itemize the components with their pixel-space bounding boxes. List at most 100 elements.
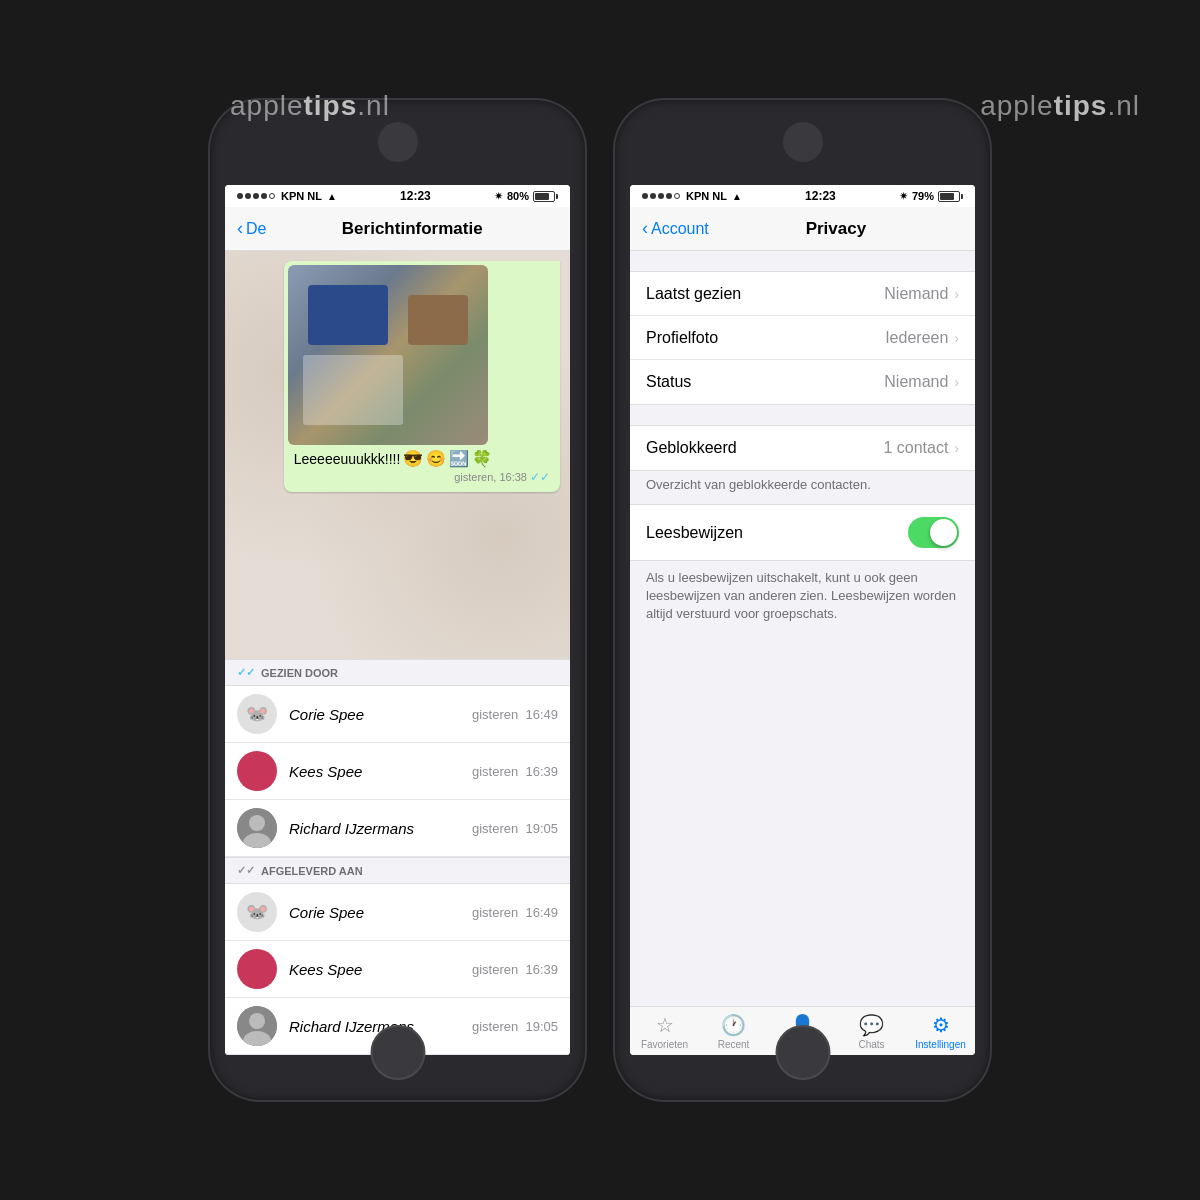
delivered-contact-1: 🐭 Corie Spee gisteren 16:49 [225,884,570,941]
battery-percent-left: 80% [507,190,529,202]
contact-name-richard-seen: Richard IJzermans [289,820,472,837]
seen-check-icon: ✓✓ [237,666,255,679]
privacy-row-lastgezien[interactable]: Laatst gezien Niemand › [630,272,975,316]
status-left-right: KPN NL ▲ [642,190,742,202]
battery-icon-left [533,191,558,202]
privacy-row-profielfoto[interactable]: Profielfoto Iedereen › [630,316,975,360]
blocked-note: Overzicht van geblokkeerde contacten. [630,471,975,504]
carrier-left: KPN NL [281,190,322,202]
back-chevron-left: ‹ [237,218,243,239]
chat-message-text: Leeeeeuuukkk!!!! [294,451,401,467]
battery-percent-right: 79% [912,190,934,202]
privacy-row-leesbewijzen[interactable]: Leesbewijzen [630,505,975,560]
front-camera-right [783,122,823,162]
back-label-right: Account [651,220,709,238]
seen-contact-2: Kees Spee gisteren 16:39 [225,743,570,800]
avatar-corie-seen: 🐭 [237,694,277,734]
emoji-soon: 🔜 [449,449,469,468]
contact-name-kees-seen: Kees Spee [289,763,472,780]
chat-image-detail [303,355,403,425]
value-status: Niemand [884,373,948,391]
tab-icon-recent: 🕐 [721,1013,746,1037]
carrier-right: KPN NL [686,190,727,202]
chevron-profielfoto: › [954,330,959,346]
label-status: Status [646,373,884,391]
home-button-left[interactable] [370,1025,425,1080]
wifi-icon-right: ▲ [732,191,742,202]
signal-dot-r1 [642,193,648,199]
contact-name-kees-delivered: Kees Spee [289,961,472,978]
delivered-section-label: AFGELEVERD AAN [261,865,363,877]
back-button-right[interactable]: ‹ Account [642,218,709,239]
tab-icon-chats: 💬 [859,1013,884,1037]
signal-dot-2 [245,193,251,199]
status-bar-right: KPN NL ▲ 12:23 ✴ 79% [630,185,975,207]
chat-time-left: gisteren, 16:38 [454,471,527,483]
avatar-kees-delivered [237,949,277,989]
phones-container: KPN NL ▲ 12:23 ✴ 80% [210,100,990,1100]
signal-dot-4 [261,193,267,199]
time-left: 12:23 [400,189,431,203]
value-lastgezien: Niemand [884,285,948,303]
privacy-row-status[interactable]: Status Niemand › [630,360,975,404]
time-right: 12:23 [805,189,836,203]
nav-title-right: Privacy [769,219,903,239]
leesbewijzen-note: Als u leesbewijzen uitschakelt, kunt u o… [630,561,975,636]
tab-favorieten[interactable]: ☆ Favorieten [630,1007,699,1055]
leesbewijzen-section: Leesbewijzen [630,504,975,561]
avatar-corie-delivered: 🐭 [237,892,277,932]
avatar-richard-delivered [237,1006,277,1046]
tab-label-chats: Chats [858,1039,884,1050]
contact-time-kees-delivered: gisteren 16:39 [472,962,558,977]
delivered-section-header: ✓✓ AFGELEVERD AAN [225,857,570,884]
contact-time-corie-delivered: gisteren 16:49 [472,905,558,920]
nav-title-left: Berichtinformatie [326,219,498,239]
contact-time-kees-seen: gisteren 16:39 [472,764,558,779]
signal-dot-r3 [658,193,664,199]
emoji-smile: 😊 [426,449,446,468]
chat-background-left: Leeeeeuuukkk!!!! 😎 😊 🔜 🍀 gisteren, 16:38… [225,251,570,659]
signal-dot-5 [269,193,275,199]
contact-name-corie-delivered: Corie Spee [289,904,472,921]
status-right-left: ✴ 80% [494,190,558,203]
chevron-lastgezien: › [954,286,959,302]
leesbewijzen-toggle[interactable] [908,517,959,548]
toggle-knob-leesbewijzen [930,519,957,546]
signal-dot-r4 [666,193,672,199]
visibility-section: Laatst gezien Niemand › Profielfoto Iede… [630,271,975,405]
home-button-right[interactable] [775,1025,830,1080]
read-receipt-check: ✓✓ [530,470,550,484]
value-profielfoto: Iedereen [885,329,948,347]
tab-icon-favorieten: ☆ [656,1013,674,1037]
blocked-section: Geblokkeerd 1 contact › [630,425,975,471]
tab-icon-instellingen: ⚙ [932,1013,950,1037]
contact-time-richard-delivered: gisteren 19:05 [472,1019,558,1034]
label-blocked: Geblokkeerd [646,439,883,457]
chat-image-left [288,265,488,445]
contact-name-corie-seen: Corie Spee [289,706,472,723]
tab-instellingen[interactable]: ⚙ Instellingen [906,1007,975,1055]
chevron-blocked: › [954,440,959,456]
back-label-left: De [246,220,266,238]
privacy-row-blocked[interactable]: Geblokkeerd 1 contact › [630,426,975,470]
tab-label-instellingen: Instellingen [915,1039,966,1050]
chat-meta-left: gisteren, 16:38 ✓✓ [288,470,556,488]
bluetooth-icon-left: ✴ [494,190,503,203]
status-right-right: ✴ 79% [899,190,963,203]
signal-dot-3 [253,193,259,199]
seen-contact-3: Richard IJzermans gisteren 19:05 [225,800,570,857]
phone-right: KPN NL ▲ 12:23 ✴ 79% [615,100,990,1100]
watermark-right: appletips.nl [980,90,1140,122]
gap-top [630,251,975,271]
tab-chats[interactable]: 💬 Chats [837,1007,906,1055]
chat-text-left: Leeeeeuuukkk!!!! 😎 😊 🔜 🍀 [288,445,556,470]
back-button-left[interactable]: ‹ De [237,218,266,239]
front-camera-left [378,122,418,162]
emoji-clover: 🍀 [472,449,492,468]
signal-dot-1 [237,193,243,199]
contact-time-richard-seen: gisteren 19:05 [472,821,558,836]
tab-recent[interactable]: 🕐 Recent [699,1007,768,1055]
screen-left: KPN NL ▲ 12:23 ✴ 80% [225,185,570,1055]
tab-label-favorieten: Favorieten [641,1039,688,1050]
privacy-list: Laatst gezien Niemand › Profielfoto Iede… [630,251,975,1006]
